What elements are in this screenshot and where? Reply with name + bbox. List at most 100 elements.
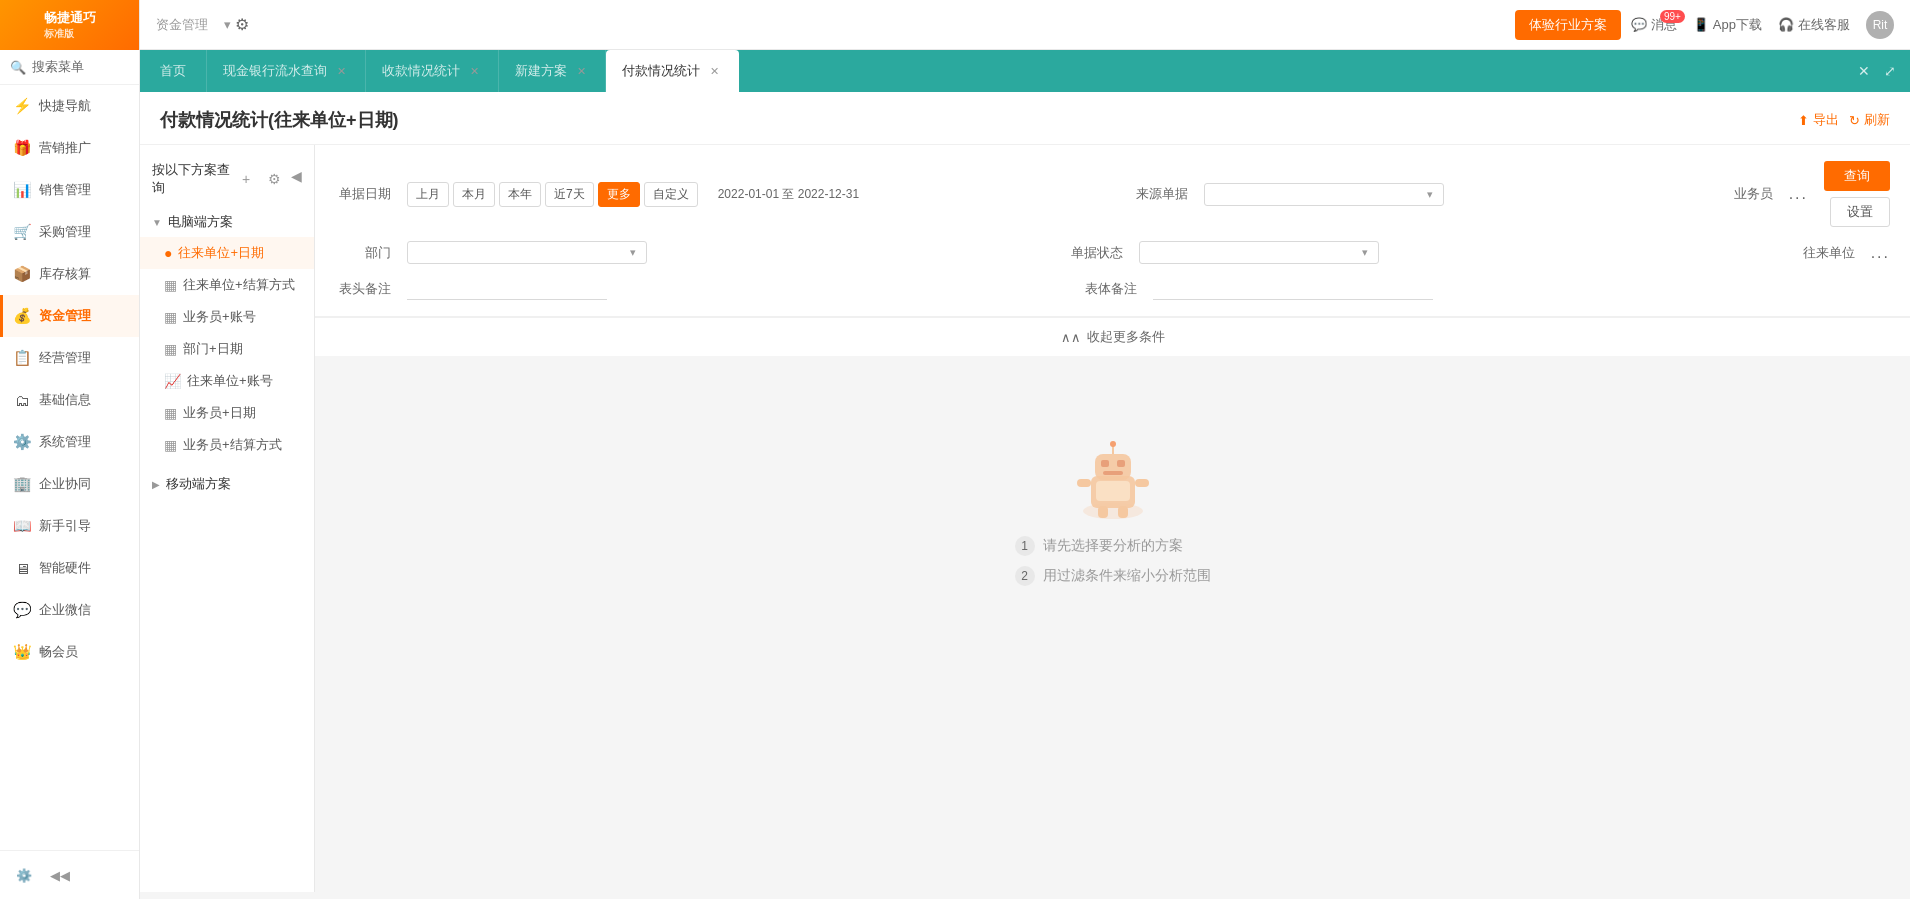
date-btn-last-7[interactable]: 近7天 — [545, 182, 594, 207]
sidebar-item-quick-nav[interactable]: ⚡ 快捷导航 — [0, 85, 139, 127]
sidebar-item-guide[interactable]: 📖 新手引导 — [0, 505, 139, 547]
filter-area: 单据日期 上月 本月 本年 近7天 更多 自定义 2022-01-01 至 20… — [315, 145, 1910, 892]
staff-ellipsis-btn[interactable]: ... — [1789, 185, 1808, 203]
dept-select[interactable]: ▾ — [407, 241, 647, 264]
basic-icon: 🗂 — [13, 391, 31, 409]
scheme-group-mobile-header[interactable]: ▶ 移动端方案 — [140, 469, 314, 499]
partner-ellipsis-btn[interactable]: ... — [1871, 244, 1890, 262]
page-title: 付款情况统计(往来单位+日期) — [160, 108, 399, 132]
scheme-item-unit-settlement[interactable]: ▦ 往来单位+结算方式 — [140, 269, 314, 301]
tab-home[interactable]: 首页 — [140, 50, 207, 92]
filter-settings-btn[interactable]: 设置 — [1830, 197, 1890, 227]
sales-label: 销售管理 — [39, 181, 91, 199]
collapse-bar[interactable]: ∧∧ 收起更多条件 — [315, 317, 1910, 356]
tab-bank-flow-close[interactable]: ✕ — [333, 63, 349, 79]
scheme-item-unit-account[interactable]: 📈 往来单位+账号 — [140, 365, 314, 397]
search-icon: 🔍 — [10, 60, 26, 75]
topbar-settings-icon[interactable]: ⚙ — [235, 15, 249, 34]
body-note-label: 表体备注 — [1081, 280, 1137, 298]
tab-bank-flow[interactable]: 现金银行流水查询 ✕ — [207, 50, 366, 92]
sidebar-item-sales[interactable]: 📊 销售管理 — [0, 169, 139, 211]
svg-rect-12 — [1096, 481, 1130, 501]
dept-label: 部门 — [335, 244, 391, 262]
tab-new-scheme-close[interactable]: ✕ — [573, 63, 589, 79]
date-btn-last-month[interactable]: 上月 — [407, 182, 449, 207]
export-icon: ⬆ — [1798, 113, 1809, 128]
tab-payment-summary-close[interactable]: ✕ — [706, 63, 722, 79]
sidebar-item-hardware[interactable]: 🖥 智能硬件 — [0, 547, 139, 589]
staff-account-label: 业务员+账号 — [183, 308, 256, 326]
date-range-text: 2022-01-01 至 2022-12-31 — [718, 186, 859, 203]
sidebar-settings-btn[interactable]: ⚙️ — [10, 861, 38, 889]
scheme-item-staff-settlement[interactable]: ▦ 业务员+结算方式 — [140, 429, 314, 461]
sidebar-item-basic[interactable]: 🗂 基础信息 — [0, 379, 139, 421]
sidebar-item-marketing[interactable]: 🎁 营销推广 — [0, 127, 139, 169]
svg-rect-3 — [1101, 460, 1109, 467]
user-avatar[interactable]: Rit — [1866, 11, 1894, 39]
refresh-btn[interactable]: ↻ 刷新 — [1849, 111, 1890, 129]
staff-settlement-icon: ▦ — [164, 437, 177, 453]
tab-payment-stats-label: 收款情况统计 — [382, 62, 460, 80]
topbar: 资金管理 ▾ ⚙ 体验行业方案 💬 消息 99+ 📱 App下载 🎧 在线客服 … — [140, 0, 1910, 50]
online-service-btn[interactable]: 🎧 在线客服 — [1778, 16, 1850, 34]
purchase-icon: 🛒 — [13, 223, 31, 241]
voucher-status-arrow-icon: ▾ — [1362, 246, 1368, 259]
tab-new-scheme[interactable]: 新建方案 ✕ — [499, 50, 606, 92]
export-btn[interactable]: ⬆ 导出 — [1798, 111, 1839, 129]
sidebar-item-capital[interactable]: 💰 资金管理 — [0, 295, 139, 337]
sidebar-collapse-btn[interactable]: ◀◀ — [46, 861, 74, 889]
date-btn-more[interactable]: 更多 — [598, 182, 640, 207]
header-note-input[interactable] — [407, 278, 607, 300]
scheme-group-pc-header[interactable]: ▼ 电脑端方案 — [140, 207, 314, 237]
sidebar-nav: ⚡ 快捷导航 🎁 营销推广 📊 销售管理 🛒 采购管理 📦 库存核算 💰 资金管… — [0, 85, 139, 850]
query-btn[interactable]: 查询 — [1824, 161, 1890, 191]
industry-btn[interactable]: 体验行业方案 — [1515, 10, 1621, 40]
messages-badge: 99+ — [1660, 10, 1685, 23]
collapse-label: 收起更多条件 — [1087, 328, 1165, 346]
topbar-dropdown-icon[interactable]: ▾ — [224, 17, 231, 32]
scheme-settings-btn[interactable]: ⚙ — [263, 168, 285, 190]
hardware-label: 智能硬件 — [39, 559, 91, 577]
scheme-group-pc: ▼ 电脑端方案 ● 往来单位+日期 ▦ 往来单位+结算方式 ▦ 业务员+账号 — [140, 203, 314, 465]
expand-tab-btn[interactable]: ⤢ — [1880, 59, 1900, 83]
scheme-item-staff-date[interactable]: ▦ 业务员+日期 — [140, 397, 314, 429]
empty-tip-1: 1 请先选择要分析的方案 — [1015, 536, 1211, 556]
tab-payment-stats-close[interactable]: ✕ — [466, 63, 482, 79]
mobile-group-arrow-icon: ▶ — [152, 479, 160, 490]
sidebar-item-search[interactable]: 🔍 搜索菜单 — [0, 50, 139, 85]
sidebar-item-system[interactable]: ⚙️ 系统管理 — [0, 421, 139, 463]
sidebar-item-operations[interactable]: 📋 经营管理 — [0, 337, 139, 379]
scheme-item-staff-account[interactable]: ▦ 业务员+账号 — [140, 301, 314, 333]
source-voucher-arrow-icon: ▾ — [1427, 188, 1433, 201]
tabs-end-actions: ✕ ⤢ — [1854, 59, 1910, 83]
sidebar-item-wechat[interactable]: 💬 企业微信 — [0, 589, 139, 631]
scheme-item-dept-date[interactable]: ▦ 部门+日期 — [140, 333, 314, 365]
date-btn-custom[interactable]: 自定义 — [644, 182, 698, 207]
date-btn-this-month[interactable]: 本月 — [453, 182, 495, 207]
sidebar-item-purchase[interactable]: 🛒 采购管理 — [0, 211, 139, 253]
body-note-input[interactable] — [1153, 278, 1433, 300]
staff-label: 业务员 — [1717, 185, 1773, 203]
tab-payment-summary[interactable]: 付款情况统计 ✕ — [606, 50, 739, 92]
sidebar-item-inventory[interactable]: 📦 库存核算 — [0, 253, 139, 295]
sidebar-item-member[interactable]: 👑 畅会员 — [0, 631, 139, 673]
capital-label: 资金管理 — [39, 307, 91, 325]
tab-home-label: 首页 — [160, 62, 186, 80]
filter-actions: 查询 设置 — [1824, 161, 1890, 227]
source-voucher-select[interactable]: ▾ — [1204, 183, 1444, 206]
staff-date-label: 业务员+日期 — [183, 404, 256, 422]
scheme-add-btn[interactable]: + — [235, 168, 257, 190]
close-all-tabs-btn[interactable]: ✕ — [1854, 59, 1874, 83]
scheme-item-unit-date[interactable]: ● 往来单位+日期 — [140, 237, 314, 269]
app-download-btn[interactable]: 📱 App下载 — [1693, 16, 1762, 34]
voucher-status-select[interactable]: ▾ — [1139, 241, 1379, 264]
scheme-collapse-btn[interactable]: ◀ — [291, 168, 302, 190]
settings-bottom-icon: ⚙️ — [16, 868, 32, 883]
quick-nav-label: 快捷导航 — [39, 97, 91, 115]
tab-payment-stats[interactable]: 收款情况统计 ✕ — [366, 50, 499, 92]
date-btn-this-year[interactable]: 本年 — [499, 182, 541, 207]
messages-btn[interactable]: 💬 消息 99+ — [1631, 16, 1677, 34]
sidebar-item-enterprise[interactable]: 🏢 企业协同 — [0, 463, 139, 505]
svg-rect-9 — [1135, 479, 1149, 487]
unit-settlement-label: 往来单位+结算方式 — [183, 276, 295, 294]
